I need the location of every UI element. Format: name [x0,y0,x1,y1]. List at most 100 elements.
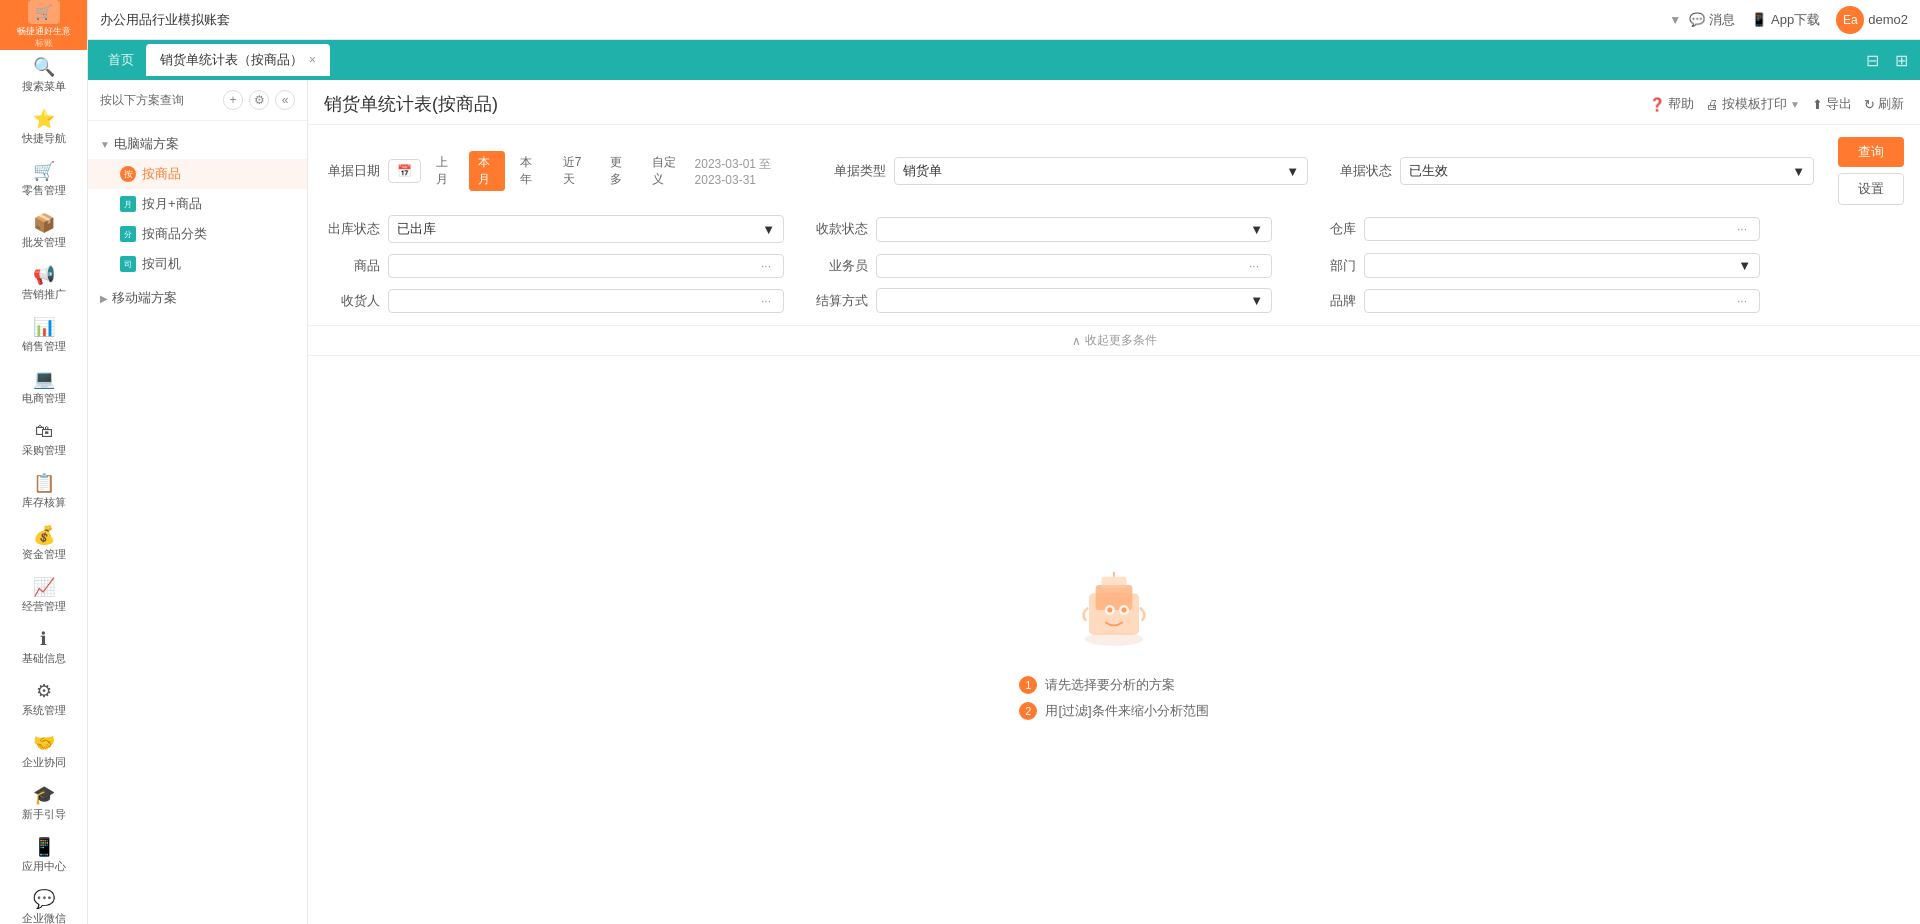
tab-close-btn[interactable]: × [309,53,316,67]
export-btn[interactable]: ⬆ 导出 [1812,95,1852,113]
date-btn-last-month[interactable]: 上月 [427,151,463,191]
tree-arrow-mobile-icon: ▶ [100,293,108,304]
app-logo: 🛒 畅捷通好生意 标账 [0,0,88,50]
app-download-btn[interactable]: 📱 App下载 [1751,11,1820,29]
receipt-status-select[interactable]: ▼ [876,217,1272,242]
sidebar-item-10[interactable]: 📈经营管理 [18,570,70,622]
date-btn-custom[interactable]: 自定义 [643,151,688,191]
tree-child-icon-goods: 按 [120,166,136,182]
settings-button[interactable]: 设置 [1838,173,1904,205]
sidebar-label-15: 应用中心 [22,859,66,874]
empty-tip-2: 2 用[过滤]条件来缩小分析范围 [1019,702,1208,720]
tree-child-month-goods[interactable]: 月 按月+商品 [88,189,307,219]
date-btn-this-year[interactable]: 本年 [511,151,547,191]
consignee-more[interactable]: ··· [757,294,775,308]
dept-arrow: ▼ [1738,258,1751,273]
sidebar-item-11[interactable]: ℹ基础信息 [18,622,70,674]
panel-header: 销货单统计表(按商品) ❓ 帮助 🖨 按模板打印 ▼ ⬆ 导出 [308,80,1920,125]
sidebar-label-1: 快捷导航 [22,131,66,146]
date-btn-more[interactable]: 更多 [601,151,637,191]
sidebar-label-10: 经营管理 [22,599,66,614]
tree-child-category[interactable]: 分 按商品分类 [88,219,307,249]
payment-field[interactable]: ▼ [876,288,1272,313]
tree-parent-desktop[interactable]: ▼ 电脑端方案 [88,129,307,159]
sidebar-item-1[interactable]: ⭐ 快捷导航 [18,102,70,154]
tree-parent-desktop-label: 电脑端方案 [114,135,179,153]
topbar-title: 办公用品行业模拟账套 [100,11,1661,29]
tab-active[interactable]: 销货单统计表（按商品） × [146,44,330,76]
collapse-panel-btn[interactable]: « [275,90,295,110]
sidebar-item-2[interactable]: 🛒零售管理 [18,154,70,206]
collapse-bar[interactable]: ∧ 收起更多条件 [308,326,1920,356]
sidebar-icon-7: 🛍 [35,422,53,440]
brand-field[interactable]: ··· [1364,289,1760,313]
sidebar-item-16[interactable]: 💬企业微信 [18,882,70,924]
print-label: 按模板打印 [1722,95,1787,113]
consignee-field[interactable]: ··· [388,289,784,313]
add-scheme-btn[interactable]: + [223,90,243,110]
sidebar-item-5[interactable]: 📊销售管理 [18,310,70,362]
tip-1-text: 请先选择要分析的方案 [1045,676,1175,694]
print-btn[interactable]: 🖨 按模板打印 ▼ [1706,95,1800,113]
print-arrow[interactable]: ▼ [1790,99,1800,110]
doc-status-select[interactable]: 已生效 ▼ [1400,157,1814,185]
brand-label: 品牌 [1300,292,1356,310]
minimize-icon[interactable]: ⊟ [1862,47,1883,74]
sidebar-icon-4: 📢 [33,266,55,284]
message-label: 消息 [1709,11,1735,29]
sales-person-more[interactable]: ··· [1245,259,1263,273]
sidebar-icon-5: 📊 [33,318,55,336]
sidebar-icon-11: ℹ [40,630,47,648]
sidebar-item-14[interactable]: 🎓新手引导 [18,778,70,830]
payment-arrow: ▼ [1250,293,1263,308]
sidebar-item-4[interactable]: 📢营销推广 [18,258,70,310]
logo-icon: 🛒 [28,0,60,24]
panel-actions: ❓ 帮助 🖨 按模板打印 ▼ ⬆ 导出 ↻ 刷新 [1649,95,1904,113]
date-range: 2023-03-01 至 2023-03-31 [695,156,802,187]
goods-more[interactable]: ··· [757,259,775,273]
tree-arrow-icon: ▼ [100,139,110,150]
tree-section: ▼ 电脑端方案 按 按商品 月 按月+商品 分 按商品分类 司 按司机 [88,121,307,321]
brand-wrap: ··· [1364,289,1760,313]
sidebar-item-13[interactable]: 🤝 企业协同 [18,726,70,778]
svg-rect-7 [1102,577,1127,589]
date-btn-7days[interactable]: 近7天 [554,151,595,191]
sidebar-icon-1: ⭐ [33,110,55,128]
out-status-select[interactable]: 已出库 ▼ [388,215,784,243]
sidebar-item-12[interactable]: ⚙系统管理 [18,674,70,726]
warehouse-field[interactable]: ··· [1364,217,1760,241]
tree-parent-mobile[interactable]: ▶ 移动端方案 [88,283,307,313]
export-label: 导出 [1826,95,1852,113]
warehouse-more[interactable]: ··· [1733,222,1751,236]
setting-scheme-btn[interactable]: ⚙ [249,90,269,110]
brand-more[interactable]: ··· [1733,294,1751,308]
sidebar-item-7[interactable]: 🛍采购管理 [18,414,70,466]
sidebar-icon-13: 🤝 [33,734,55,752]
user-profile[interactable]: Ea demo2 [1836,6,1908,34]
dept-field[interactable]: ▼ [1364,253,1760,278]
query-button[interactable]: 查询 [1838,137,1904,167]
sidebar-item-8[interactable]: 📋库存核算 [18,466,70,518]
sidebar-item-15[interactable]: 📱应用中心 [18,830,70,882]
sidebar-item-9[interactable]: 💰资金管理 [18,518,70,570]
tree-child-driver[interactable]: 司 按司机 [88,249,307,279]
goods-field[interactable]: ··· [388,254,784,278]
help-btn[interactable]: ❓ 帮助 [1649,95,1694,113]
tab-home[interactable]: 首页 [96,44,146,76]
sidebar-item-3[interactable]: 📦批发管理 [18,206,70,258]
date-btn-this-month[interactable]: 本月 [469,151,505,191]
tree-child-by-goods[interactable]: 按 按商品 [88,159,307,189]
sidebar-label-13: 企业协同 [22,755,66,770]
topbar-dropdown-icon[interactable]: ▼ [1669,13,1681,27]
message-btn[interactable]: 💬 消息 [1689,11,1735,29]
empty-illustration [1064,560,1164,660]
maximize-icon[interactable]: ⊞ [1891,47,1912,74]
sidebar-item-0[interactable]: 🔍搜索菜单 [18,50,70,102]
refresh-btn[interactable]: ↻ 刷新 [1864,95,1904,113]
doc-type-select[interactable]: 销货单 ▼ [894,157,1308,185]
sidebar-item-6[interactable]: 💻电商管理 [18,362,70,414]
date-input[interactable]: 📅 [388,159,421,183]
app-download-label: App下载 [1771,11,1820,29]
sales-person-field[interactable]: ··· [876,254,1272,278]
sales-person-wrap: ··· [876,254,1272,278]
